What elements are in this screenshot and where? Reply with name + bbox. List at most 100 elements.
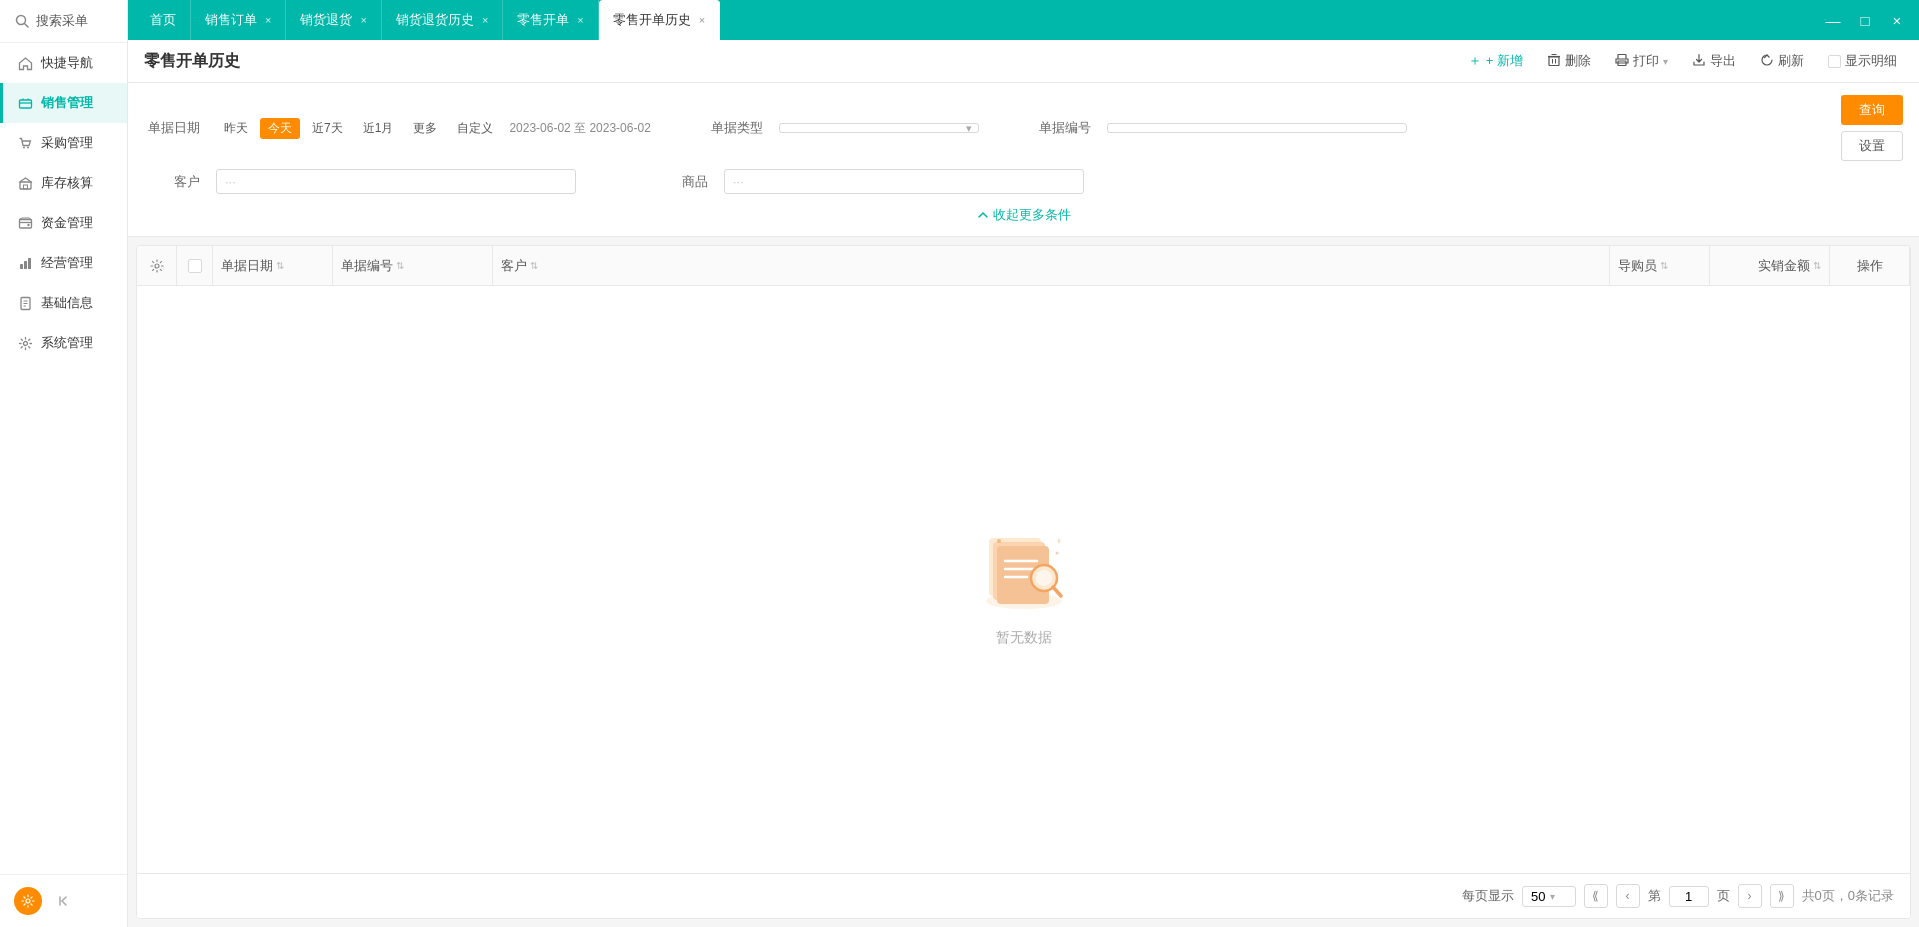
tab-close-icon[interactable]: ×	[699, 14, 705, 26]
sidebar-item-sys-mgmt[interactable]: 系统管理	[0, 323, 127, 363]
tab-sales-order[interactable]: 销售订单 ×	[191, 0, 286, 40]
page-label-pre: 第	[1648, 887, 1661, 905]
today-btn[interactable]: 今天	[260, 118, 300, 139]
page-number-input[interactable]	[1669, 886, 1709, 907]
sort-icon[interactable]: ⇅	[396, 260, 404, 271]
sidebar-item-label: 经营管理	[41, 254, 93, 272]
tab-close-icon[interactable]: ×	[265, 14, 271, 26]
sidebar-item-label: 资金管理	[41, 214, 93, 232]
last1month-btn[interactable]: 近1月	[355, 118, 402, 139]
sidebar-item-basic-info[interactable]: 基础信息	[0, 283, 127, 323]
th-checkbox[interactable]	[177, 246, 213, 285]
settings-gear-button[interactable]	[14, 887, 42, 915]
tab-retail-order[interactable]: 零售开单 ×	[503, 0, 598, 40]
filter-area: 单据日期 昨天 今天 近7天 近1月 更多 自定义 2023-06-02 至 2…	[128, 83, 1919, 237]
select-all-checkbox[interactable]	[188, 259, 202, 273]
svg-rect-12	[20, 264, 23, 269]
customer-input[interactable]: ···	[216, 169, 576, 194]
next-page-button[interactable]: ›	[1738, 884, 1762, 908]
refresh-label: 刷新	[1778, 52, 1804, 70]
more-btn[interactable]: 更多	[405, 118, 445, 139]
window-close-button[interactable]: ×	[1883, 6, 1911, 34]
svg-rect-2	[19, 100, 31, 108]
filter-settings-button[interactable]: 设置	[1841, 131, 1903, 161]
first-page-button[interactable]: ⟪	[1584, 884, 1608, 908]
delete-button[interactable]: 删除	[1541, 48, 1597, 74]
per-page-select[interactable]: 50 ▾	[1522, 886, 1575, 907]
sidebar-item-label: 系统管理	[41, 334, 93, 352]
tab-label: 零售开单	[517, 11, 569, 29]
content-area: 单据日期 昨天 今天 近7天 近1月 更多 自定义 2023-06-02 至 2…	[128, 83, 1919, 927]
sort-icon[interactable]: ⇅	[1813, 260, 1821, 271]
last7days-btn[interactable]: 近7天	[304, 118, 351, 139]
window-max-button[interactable]: □	[1851, 6, 1879, 34]
tab-home[interactable]: 首页	[136, 0, 191, 40]
export-label: 导出	[1710, 52, 1736, 70]
th-salesperson-label: 导购员	[1618, 257, 1657, 275]
sidebar-item-purchase-mgmt[interactable]: 采购管理	[0, 123, 127, 163]
prev-page-button[interactable]: ‹	[1616, 884, 1640, 908]
wallet-icon	[17, 215, 33, 231]
yesterday-btn[interactable]: 昨天	[216, 118, 256, 139]
sidebar-item-inventory[interactable]: 库存核算	[0, 163, 127, 203]
sidebar-item-finance[interactable]: 资金管理	[0, 203, 127, 243]
export-button[interactable]: 导出	[1686, 48, 1742, 74]
query-button[interactable]: 查询	[1841, 95, 1903, 125]
display-detail-button[interactable]: 显示明细	[1822, 48, 1903, 74]
tab-close-icon[interactable]: ×	[482, 14, 488, 26]
sidebar: 搜索采单 快捷导航 销售管理	[0, 0, 128, 927]
th-salesperson[interactable]: 导购员 ⇅	[1610, 246, 1710, 285]
order-type-select[interactable]: ▾	[779, 123, 979, 133]
order-no-input[interactable]	[1107, 123, 1407, 133]
tab-sales-return-history[interactable]: 销货退货历史 ×	[382, 0, 503, 40]
sidebar-item-sales-mgmt[interactable]: 销售管理	[0, 83, 127, 123]
print-label: 打印	[1633, 52, 1659, 70]
print-button[interactable]: 打印 ▾	[1609, 48, 1674, 74]
sidebar-item-label: 库存核算	[41, 174, 93, 192]
add-label: + 新增	[1486, 52, 1523, 70]
svg-rect-22	[1549, 57, 1559, 66]
window-min-button[interactable]: —	[1819, 6, 1847, 34]
svg-line-1	[24, 23, 28, 27]
sidebar-search[interactable]: 搜索采单	[0, 0, 127, 43]
per-page-value: 50	[1531, 889, 1545, 904]
sidebar-item-quick-nav[interactable]: 快捷导航	[0, 43, 127, 83]
tag-icon	[17, 95, 33, 111]
tab-close-icon[interactable]: ×	[577, 14, 583, 26]
tab-close-icon[interactable]: ×	[360, 14, 366, 26]
add-button[interactable]: ＋ + 新增	[1462, 48, 1529, 74]
tab-sales-return[interactable]: 销货退货 ×	[286, 0, 381, 40]
th-settings[interactable]	[137, 246, 177, 285]
goods-input[interactable]: ···	[724, 169, 1084, 194]
th-customer[interactable]: 客户 ⇅	[493, 246, 1610, 285]
collapse-filter-button[interactable]: 收起更多条件	[144, 202, 1903, 228]
export-icon	[1692, 53, 1706, 70]
sidebar-item-label: 销售管理	[41, 94, 93, 112]
svg-point-7	[27, 146, 29, 148]
print-dropdown-icon[interactable]: ▾	[1663, 56, 1668, 67]
th-date[interactable]: 单据日期 ⇅	[213, 246, 333, 285]
svg-rect-13	[24, 261, 27, 269]
th-orderno[interactable]: 单据编号 ⇅	[333, 246, 493, 285]
sidebar-bottom	[0, 874, 127, 927]
sort-icon[interactable]: ⇅	[1660, 260, 1668, 271]
page-title: 零售开单历史	[144, 51, 240, 72]
refresh-button[interactable]: 刷新	[1754, 48, 1810, 74]
last-page-button[interactable]: ⟫	[1770, 884, 1794, 908]
sidebar-collapse-button[interactable]	[50, 887, 78, 915]
sort-icon[interactable]: ⇅	[276, 260, 284, 271]
chevron-up-icon	[977, 209, 989, 221]
cart-icon	[17, 135, 33, 151]
customer-filter-label: 客户	[144, 173, 200, 191]
svg-line-39	[1053, 587, 1061, 596]
th-amount[interactable]: 实销金额 ⇅	[1710, 246, 1830, 285]
collapse-label: 收起更多条件	[993, 206, 1071, 224]
sidebar-item-label: 基础信息	[41, 294, 93, 312]
custom-btn[interactable]: 自定义	[449, 118, 501, 139]
tab-retail-order-history[interactable]: 零售开单历史 ×	[599, 0, 720, 40]
sort-icon[interactable]: ⇅	[530, 260, 538, 271]
sidebar-item-ops-mgmt[interactable]: 经营管理	[0, 243, 127, 283]
print-icon	[1615, 53, 1629, 70]
svg-point-29	[155, 264, 159, 268]
tab-label: 销售订单	[205, 11, 257, 29]
